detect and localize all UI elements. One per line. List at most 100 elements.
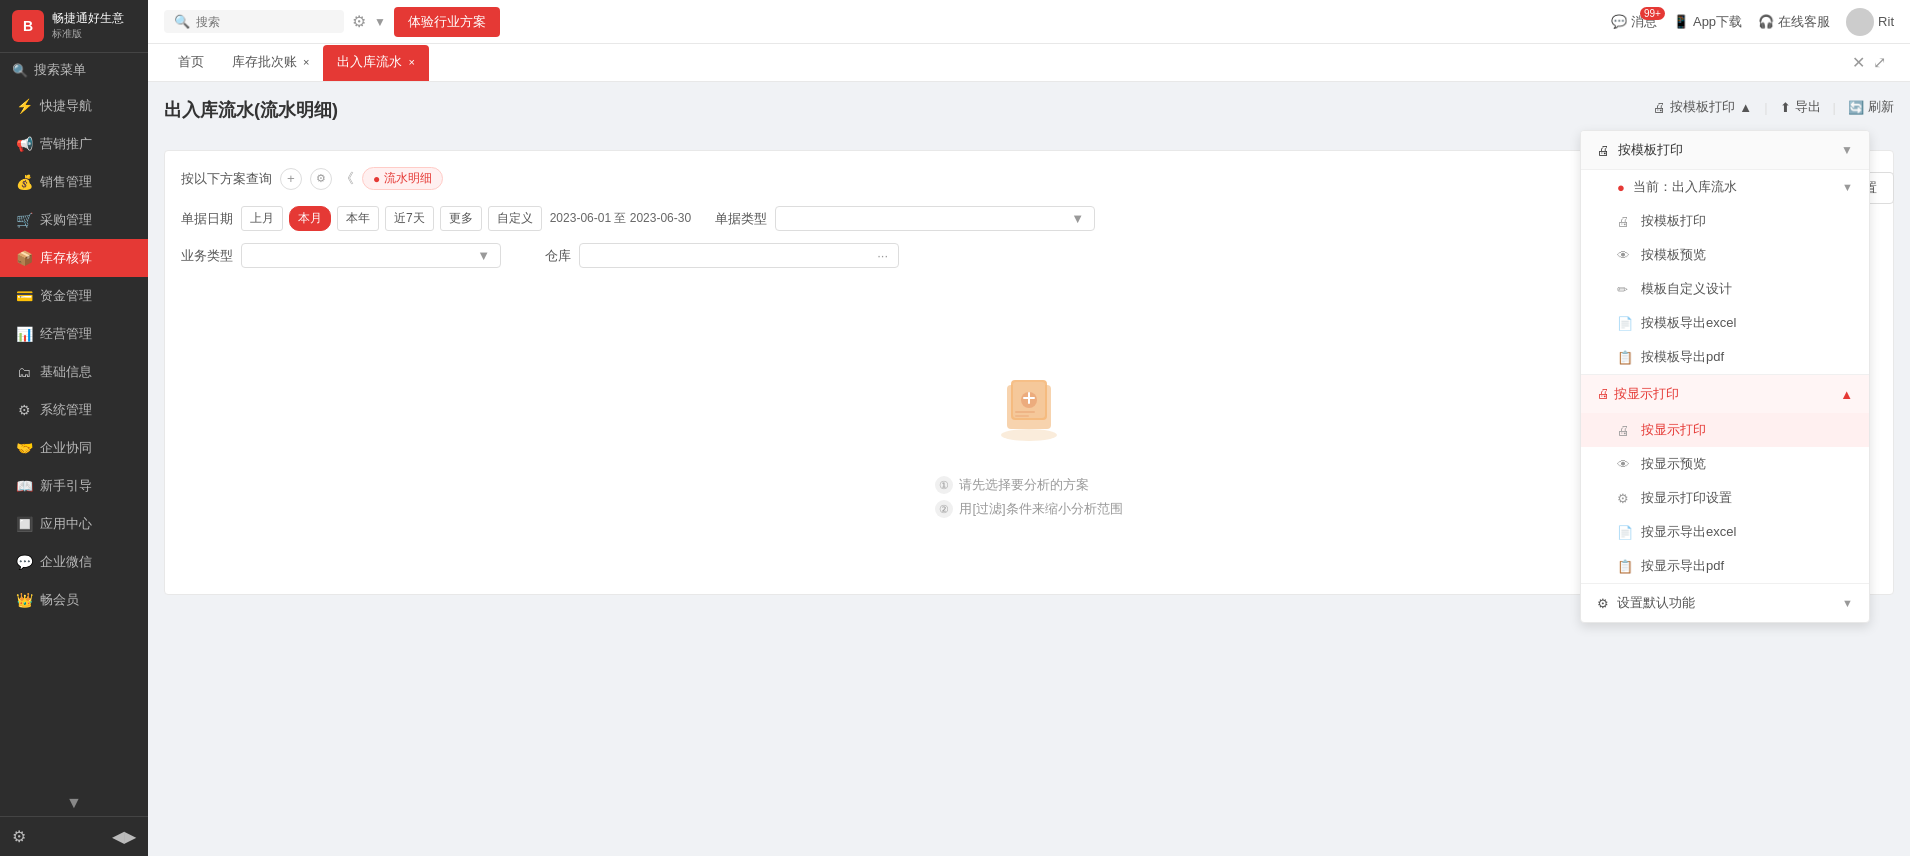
industry-solution-button[interactable]: 体验行业方案 bbox=[394, 7, 500, 37]
app-logo-icon: B bbox=[12, 10, 44, 42]
warehouse-select[interactable]: ··· bbox=[579, 243, 899, 268]
sidebar-scroll-down[interactable]: ▼ bbox=[0, 790, 148, 816]
sidebar-item-member[interactable]: 👑 畅会员 bbox=[0, 581, 148, 619]
settings-icon[interactable]: ⚙ bbox=[12, 827, 26, 846]
sidebar-item-label: 库存核算 bbox=[40, 249, 92, 267]
app-download-button[interactable]: 📱 App下载 bbox=[1673, 13, 1742, 31]
print-template-label: 按模板打印 bbox=[1670, 98, 1735, 116]
sales-icon: 💰 bbox=[16, 174, 32, 190]
quick-nav-icon: ⚡ bbox=[16, 98, 32, 114]
sidebar-item-wechat[interactable]: 💬 企业微信 bbox=[0, 543, 148, 581]
sidebar-item-system[interactable]: ⚙ 系统管理 bbox=[0, 391, 148, 429]
filter-collapse-button[interactable]: 《 bbox=[340, 170, 354, 188]
sidebar-item-business[interactable]: 📊 经营管理 bbox=[0, 315, 148, 353]
header-dropdown-icon[interactable]: ▼ bbox=[374, 15, 386, 29]
printer-icon: 🖨 bbox=[1597, 143, 1610, 158]
sidebar-item-purchase[interactable]: 🛒 采购管理 bbox=[0, 201, 148, 239]
current-template-item[interactable]: ● 当前：出入库流水 ▼ bbox=[1581, 170, 1869, 204]
tab-flow[interactable]: 出入库流水 × bbox=[323, 45, 428, 81]
header-gear-icon[interactable]: ⚙ bbox=[352, 12, 366, 31]
inventory-icon: 📦 bbox=[16, 250, 32, 266]
user-name: Rit bbox=[1878, 14, 1894, 29]
display-print-item-label: 按显示打印 bbox=[1641, 421, 1706, 439]
sidebar-item-inventory[interactable]: 📦 库存核算 bbox=[0, 239, 148, 277]
tab-flow-close[interactable]: × bbox=[408, 56, 414, 68]
biz-field-label: 业务类型 bbox=[181, 247, 233, 265]
sidebar-item-label: 企业微信 bbox=[40, 553, 92, 571]
hint-item-1: ① 请先选择要分析的方案 bbox=[935, 476, 1122, 494]
biz-select[interactable]: ▼ bbox=[241, 243, 501, 268]
display-preview-icon: 👁 bbox=[1617, 457, 1633, 472]
sidebar-item-guide[interactable]: 📖 新手引导 bbox=[0, 467, 148, 505]
page-toolbar: 🖨 按模板打印 ▲ | ⬆ 导出 | 🔄 刷新 bbox=[1653, 98, 1894, 116]
sidebar-search[interactable]: 🔍 搜索菜单 bbox=[0, 53, 148, 87]
template-preview-item[interactable]: 👁 按模板预览 bbox=[1581, 238, 1869, 272]
display-pdf-icon: 📋 bbox=[1617, 559, 1633, 574]
maximize-window-button[interactable]: ⤢ bbox=[1873, 53, 1886, 72]
sidebar-item-label: 新手引导 bbox=[40, 477, 92, 495]
display-print-section-header[interactable]: 🖨 按显示打印 ▲ bbox=[1581, 375, 1869, 413]
footer-settings-label: 设置默认功能 bbox=[1617, 594, 1695, 612]
template-excel-item[interactable]: 📄 按模板导出excel bbox=[1581, 306, 1869, 340]
filter-settings-button[interactable]: ⚙ bbox=[310, 168, 332, 190]
template-print-header-label: 按模板打印 bbox=[1618, 141, 1683, 159]
message-badge: 99+ bbox=[1640, 7, 1665, 20]
header-left: 🔍 ⚙ ▼ 体验行业方案 bbox=[164, 7, 1599, 37]
dropdown-footer-settings[interactable]: ⚙ 设置默认功能 ▼ bbox=[1581, 583, 1869, 622]
tab-batch-close[interactable]: × bbox=[303, 56, 309, 68]
filter-tag-label: 流水明细 bbox=[384, 170, 432, 187]
sidebar-item-marketing[interactable]: 📢 营销推广 bbox=[0, 125, 148, 163]
filter-add-button[interactable]: + bbox=[280, 168, 302, 190]
hint-2-text: 用[过滤]条件来缩小分析范围 bbox=[959, 500, 1122, 518]
user-avatar[interactable]: Rit bbox=[1846, 8, 1894, 36]
template-print-item[interactable]: 🖨 按模板打印 bbox=[1581, 204, 1869, 238]
display-settings-icon: ⚙ bbox=[1617, 491, 1633, 506]
display-pdf-item[interactable]: 📋 按显示导出pdf bbox=[1581, 549, 1869, 583]
tab-flow-label: 出入库流水 bbox=[337, 53, 402, 71]
tab-home[interactable]: 首页 bbox=[164, 45, 218, 81]
template-print-section-header[interactable]: 🖨 按模板打印 ▼ bbox=[1581, 131, 1869, 170]
message-button[interactable]: 💬 消息 99+ bbox=[1611, 13, 1657, 31]
date-last-month[interactable]: 上月 bbox=[241, 206, 283, 231]
display-print-item[interactable]: 🖨 按显示打印 bbox=[1581, 413, 1869, 447]
print-icon: 🖨 bbox=[1653, 100, 1666, 115]
display-section-arrow: ▲ bbox=[1840, 387, 1853, 402]
date-custom[interactable]: 自定义 bbox=[488, 206, 542, 231]
warehouse-field-label: 仓库 bbox=[545, 247, 571, 265]
header-search-box[interactable]: 🔍 bbox=[164, 10, 344, 33]
print-template-button[interactable]: 🖨 按模板打印 ▲ bbox=[1653, 98, 1752, 116]
display-preview-item[interactable]: 👁 按显示预览 bbox=[1581, 447, 1869, 481]
template-pdf-item[interactable]: 📋 按模板导出pdf bbox=[1581, 340, 1869, 374]
sidebar-item-label: 采购管理 bbox=[40, 211, 92, 229]
sidebar-item-cooperation[interactable]: 🤝 企业协同 bbox=[0, 429, 148, 467]
sidebar-item-label: 营销推广 bbox=[40, 135, 92, 153]
date-last-7-days[interactable]: 近7天 bbox=[385, 206, 434, 231]
main-area: 🔍 ⚙ ▼ 体验行业方案 💬 消息 99+ 📱 App下载 🎧 在线客服 bbox=[148, 0, 1910, 856]
template-pdf-item-label: 按模板导出pdf bbox=[1641, 348, 1724, 366]
header-search-input[interactable] bbox=[196, 15, 316, 29]
template-design-item[interactable]: ✏ 模板自定义设计 bbox=[1581, 272, 1869, 306]
date-this-month[interactable]: 本月 bbox=[289, 206, 331, 231]
type-select[interactable]: ▼ bbox=[775, 206, 1095, 231]
display-print-settings-label: 按显示打印设置 bbox=[1641, 489, 1732, 507]
display-print-settings-item[interactable]: ⚙ 按显示打印设置 bbox=[1581, 481, 1869, 515]
close-window-button[interactable]: ✕ bbox=[1852, 53, 1865, 72]
tab-batch-account[interactable]: 库存批次账 × bbox=[218, 45, 323, 81]
sidebar-item-label: 销售管理 bbox=[40, 173, 92, 191]
collapse-sidebar-icon[interactable]: ◀▶ bbox=[112, 827, 136, 846]
sidebar-item-sales[interactable]: 💰 销售管理 bbox=[0, 163, 148, 201]
display-excel-item[interactable]: 📄 按显示导出excel bbox=[1581, 515, 1869, 549]
export-button[interactable]: ⬆ 导出 bbox=[1780, 98, 1821, 116]
sidebar-item-app-center[interactable]: 🔲 应用中心 bbox=[0, 505, 148, 543]
refresh-button[interactable]: 🔄 刷新 bbox=[1848, 98, 1894, 116]
hint-item-2: ② 用[过滤]条件来缩小分析范围 bbox=[935, 500, 1122, 518]
online-service-button[interactable]: 🎧 在线客服 bbox=[1758, 13, 1830, 31]
search-icon: 🔍 bbox=[174, 14, 190, 29]
sidebar-item-finance[interactable]: 💳 资金管理 bbox=[0, 277, 148, 315]
toolbar-divider-2: | bbox=[1833, 100, 1836, 115]
date-this-year[interactable]: 本年 bbox=[337, 206, 379, 231]
date-more[interactable]: 更多 bbox=[440, 206, 482, 231]
sidebar-item-base-info[interactable]: 🗂 基础信息 bbox=[0, 353, 148, 391]
sidebar-item-quick-nav[interactable]: ⚡ 快捷导航 bbox=[0, 87, 148, 125]
chevron-up-icon: ▲ bbox=[1739, 100, 1752, 115]
